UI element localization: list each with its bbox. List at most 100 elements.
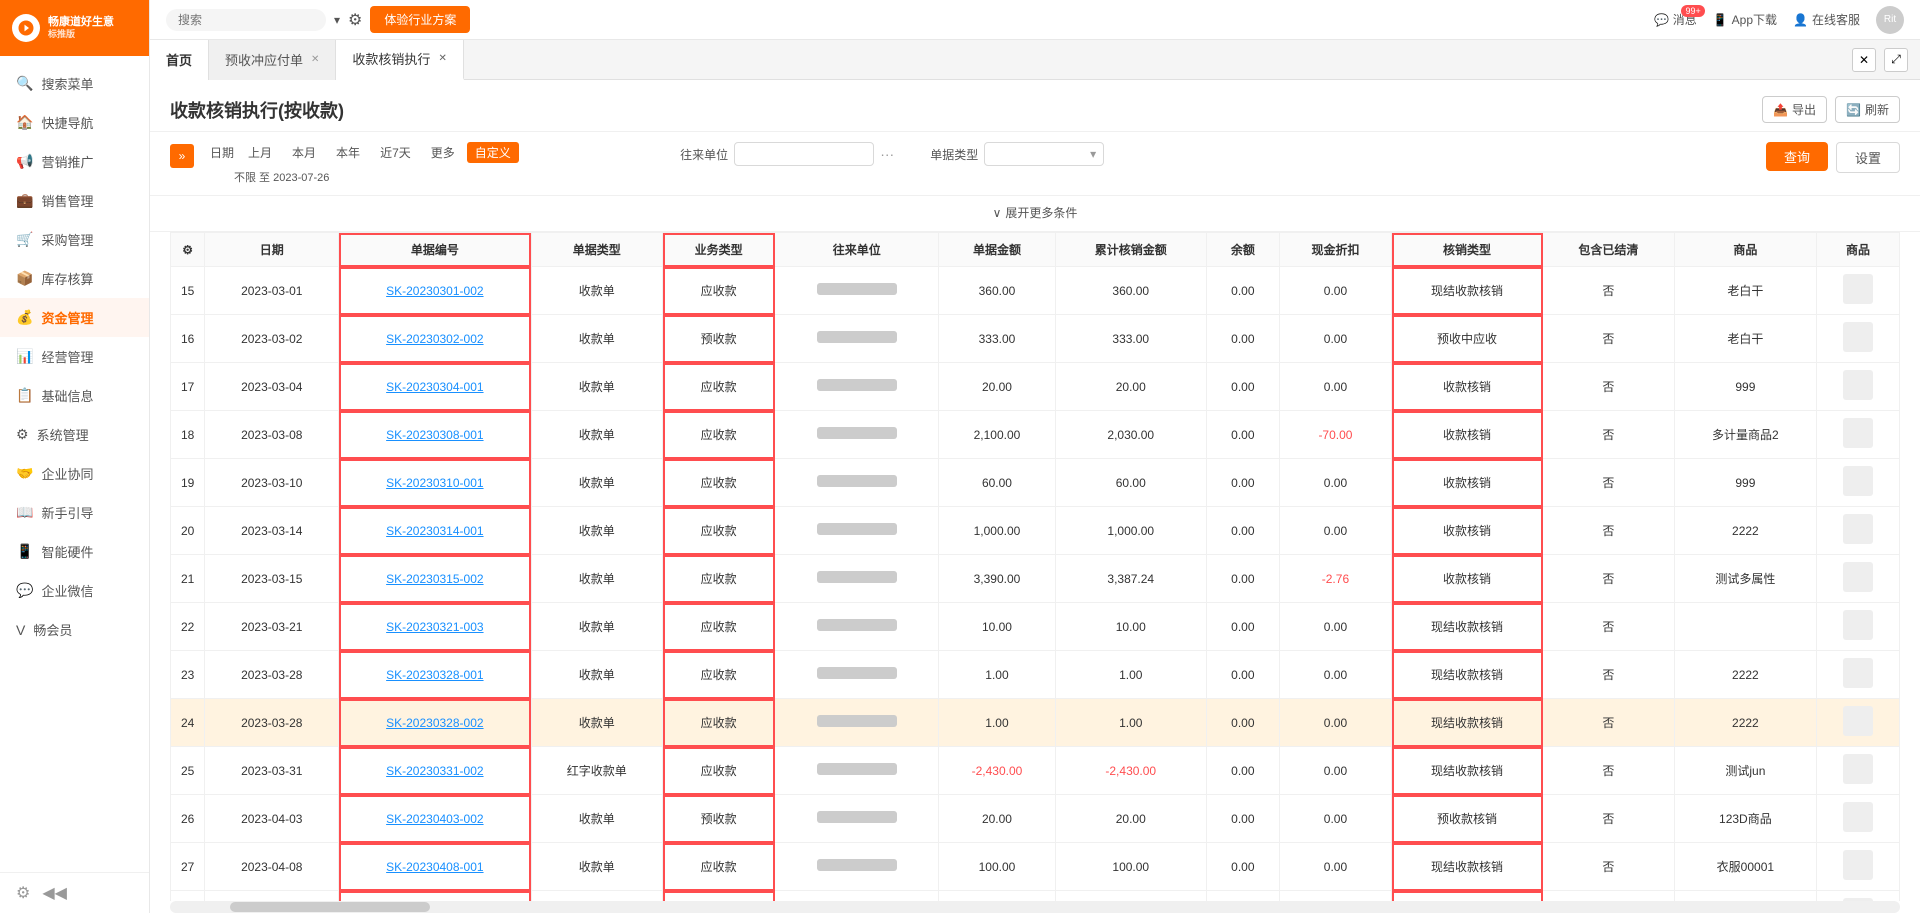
doc-no-link[interactable]: SK-20230301-002 bbox=[386, 284, 483, 298]
cell-partner bbox=[775, 507, 939, 555]
doc-no-link[interactable]: SK-20230328-001 bbox=[386, 668, 483, 682]
doc-no-link[interactable]: SK-20230310-001 bbox=[386, 476, 483, 490]
voucher-type-select[interactable] bbox=[984, 142, 1104, 166]
refresh-button[interactable]: 🔄 刷新 bbox=[1835, 96, 1900, 123]
date-btn-custom[interactable]: 自定义 bbox=[467, 142, 519, 163]
doc-no-link[interactable]: SK-20230308-001 bbox=[386, 428, 483, 442]
sidebar-item-经营管理[interactable]: 📊经营管理 bbox=[0, 337, 149, 376]
cell-balance: 0.00 bbox=[1206, 555, 1279, 603]
tab-prepay[interactable]: 预收冲应付单 ✕ bbox=[209, 40, 336, 80]
cell-date: 2023-03-28 bbox=[205, 651, 339, 699]
collapse-icon[interactable]: ◀◀ bbox=[42, 883, 67, 903]
cell-doc-no: SK-20230403-002 bbox=[339, 795, 531, 843]
cell-amount: 360.00 bbox=[939, 267, 1055, 315]
date-btn-7days[interactable]: 近7天 bbox=[372, 142, 419, 163]
cell-goods2 bbox=[1817, 747, 1900, 795]
sidebar-item-搜索菜单[interactable]: 🔍搜索菜单 bbox=[0, 64, 149, 103]
doc-no-link[interactable]: SK-20230328-002 bbox=[386, 716, 483, 730]
th-goods2: 商品 bbox=[1817, 233, 1900, 267]
cell-cum-amount: 100.00 bbox=[1055, 843, 1206, 891]
user-avatar[interactable]: Rit bbox=[1876, 6, 1904, 34]
doc-no-link[interactable]: SK-20230403-002 bbox=[386, 812, 483, 826]
scroll-thumb[interactable] bbox=[230, 902, 430, 912]
sidebar-item-营销推广[interactable]: 📢营销推广 bbox=[0, 142, 149, 181]
doc-no-link[interactable]: SK-20230331-002 bbox=[386, 764, 483, 778]
doc-no-link[interactable]: SK-20230321-003 bbox=[386, 620, 483, 634]
cell-amount: 3,390.00 bbox=[939, 555, 1055, 603]
search-input[interactable] bbox=[178, 13, 298, 27]
settings-filter-button[interactable]: 设置 bbox=[1836, 142, 1900, 173]
app-download-btn[interactable]: 📱 App下载 bbox=[1713, 11, 1777, 28]
refresh-icon: 🔄 bbox=[1846, 103, 1861, 117]
cell-doc-no: SK-20230301-002 bbox=[339, 267, 531, 315]
date-btn-more[interactable]: 更多 bbox=[423, 142, 463, 163]
online-service-btn[interactable]: 👤 在线客服 bbox=[1793, 11, 1860, 28]
sidebar-item-快捷导航[interactable]: 🏠快捷导航 bbox=[0, 103, 149, 142]
doc-no-link[interactable]: SK-20230314-001 bbox=[386, 524, 483, 538]
cell-cash-discount: 0.00 bbox=[1279, 459, 1391, 507]
tab-home[interactable]: 首页 bbox=[150, 40, 209, 80]
settings-icon[interactable]: ⚙ bbox=[16, 883, 30, 903]
sidebar-item-企业协同[interactable]: 🤝企业协同 bbox=[0, 454, 149, 493]
cell-goods2 bbox=[1817, 843, 1900, 891]
cell-goods2 bbox=[1817, 795, 1900, 843]
maximize-tab-button[interactable]: ⤢ bbox=[1884, 48, 1908, 72]
cell-balance: 0.00 bbox=[1206, 843, 1279, 891]
doc-no-link[interactable]: SK-20230408-001 bbox=[386, 860, 483, 874]
cell-goods bbox=[1674, 603, 1816, 651]
sidebar-logo: 畅康道好生意 标推版 bbox=[0, 0, 149, 56]
close-tab-button[interactable]: ✕ bbox=[1852, 48, 1876, 72]
cell-doc-type: 收款单 bbox=[531, 651, 663, 699]
export-button[interactable]: 📤 导出 bbox=[1762, 96, 1827, 123]
partner-input[interactable] bbox=[734, 142, 874, 166]
tab-writeoff[interactable]: 收款核销执行 ✕ bbox=[336, 40, 463, 80]
sidebar-item-畅会员[interactable]: V畅会员 bbox=[0, 610, 149, 649]
sidebar-item-销售管理[interactable]: 💼销售管理 bbox=[0, 181, 149, 220]
cell-goods2 bbox=[1817, 267, 1900, 315]
filter-toggle-btn[interactable]: » bbox=[170, 144, 194, 168]
voucher-type-label: 单据类型 bbox=[930, 146, 978, 163]
dropdown-btn[interactable]: ▾ bbox=[334, 13, 340, 27]
cell-doc-no: SK-20230408-001 bbox=[339, 843, 531, 891]
gear-button[interactable]: ⚙ bbox=[348, 10, 362, 30]
cell-balance: 0.00 bbox=[1206, 363, 1279, 411]
cell-cum-amount: -2,430.00 bbox=[1055, 747, 1206, 795]
sidebar-item-库存核算[interactable]: 📦库存核算 bbox=[0, 259, 149, 298]
date-btn-last-month[interactable]: 上月 bbox=[240, 142, 280, 163]
cell-no: 18 bbox=[171, 411, 205, 459]
query-button[interactable]: 查询 bbox=[1766, 142, 1828, 171]
doc-no-link[interactable]: SK-20230302-002 bbox=[386, 332, 483, 346]
doc-no-link[interactable]: SK-20230304-001 bbox=[386, 380, 483, 394]
date-btn-this-year[interactable]: 本年 bbox=[328, 142, 368, 163]
cell-goods: 2222 bbox=[1674, 651, 1816, 699]
cell-write-off-type: 预收中应收 bbox=[1392, 315, 1543, 363]
notification-btn[interactable]: 💬 99+ 消息 bbox=[1654, 11, 1696, 28]
sidebar-item-基础信息[interactable]: 📋基础信息 bbox=[0, 376, 149, 415]
sidebar-item-新手引导[interactable]: 📖新手引导 bbox=[0, 493, 149, 532]
cell-goods: 999 bbox=[1674, 363, 1816, 411]
cell-biz-type: 应收款 bbox=[663, 267, 775, 315]
sidebar-item-企业微信[interactable]: 💬企业微信 bbox=[0, 571, 149, 610]
horizontal-scrollbar[interactable] bbox=[170, 901, 1900, 913]
cell-balance: 0.00 bbox=[1206, 315, 1279, 363]
cell-biz-type: 应收款 bbox=[663, 699, 775, 747]
doc-no-link[interactable]: SK-20230315-002 bbox=[386, 572, 483, 586]
solution-button[interactable]: 体验行业方案 bbox=[370, 6, 470, 33]
sidebar-item-系统管理[interactable]: ⚙系统管理 bbox=[0, 415, 149, 454]
table-row: 15 2023-03-01 SK-20230301-002 收款单 应收款 36… bbox=[171, 267, 1900, 315]
sidebar-item-采购管理[interactable]: 🛒采购管理 bbox=[0, 220, 149, 259]
close-prepay-tab-icon[interactable]: ✕ bbox=[311, 54, 319, 65]
cell-balance: 0.00 bbox=[1206, 891, 1279, 902]
close-writeoff-tab-icon[interactable]: ✕ bbox=[438, 53, 446, 64]
cell-goods: 衣服00001 bbox=[1674, 843, 1816, 891]
expand-more-btn[interactable]: ∨ 展开更多条件 bbox=[170, 200, 1900, 225]
sidebar-item-智能硬件[interactable]: 📱智能硬件 bbox=[0, 532, 149, 571]
cell-date: 2023-03-31 bbox=[205, 747, 339, 795]
cell-doc-type: 收款单 bbox=[531, 555, 663, 603]
cell-partner bbox=[775, 315, 939, 363]
filter-bar: » 日期 上月 本月 本年 近7天 更多 自定义 不限 至 2023-07-26… bbox=[150, 132, 1920, 196]
sidebar-item-资金管理[interactable]: 💰资金管理 bbox=[0, 298, 149, 337]
cell-biz-type: 应收款 bbox=[663, 891, 775, 902]
logo-icon bbox=[12, 14, 40, 42]
date-btn-this-month[interactable]: 本月 bbox=[284, 142, 324, 163]
